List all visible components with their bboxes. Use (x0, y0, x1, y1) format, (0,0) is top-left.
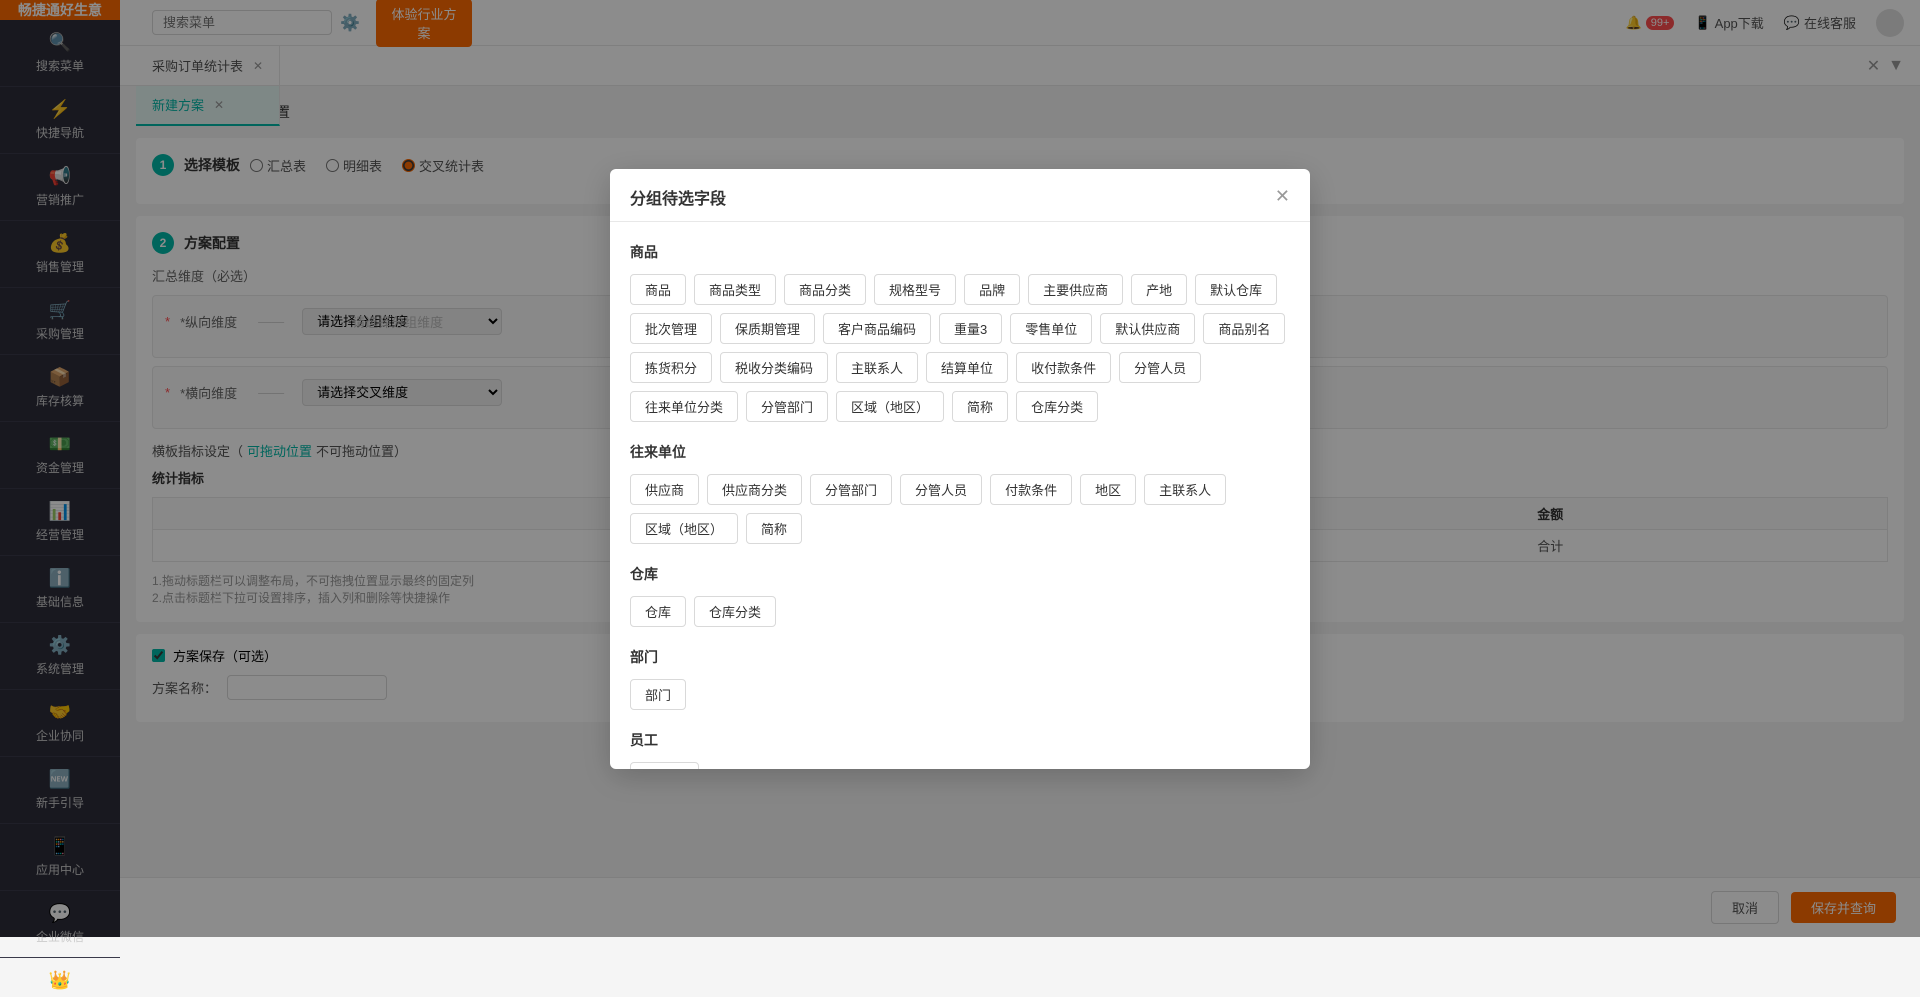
field-tag-2-1[interactable]: 仓库分类 (694, 596, 776, 627)
field-tag-0-0[interactable]: 商品 (630, 274, 686, 305)
dialog-body: 商品商品商品类型商品分类规格型号品牌主要供应商产地默认仓库批次管理保质期管理客户… (610, 222, 1310, 769)
field-tags-1: 供应商供应商分类分管部门分管人员付款条件地区主联系人区域（地区） 简称 (630, 474, 1290, 544)
field-tag-0-22[interactable]: 分管部门 (746, 391, 828, 422)
field-tag-0-23[interactable]: 区域（地区） (836, 391, 944, 422)
field-tag-0-17[interactable]: 主联系人 (836, 352, 918, 383)
field-tag-1-5[interactable]: 地区 (1080, 474, 1136, 505)
field-tag-1-3[interactable]: 分管人员 (900, 474, 982, 505)
field-tag-0-13[interactable]: 默认供应商 (1100, 313, 1195, 344)
field-tag-0-3[interactable]: 规格型号 (874, 274, 956, 305)
field-tag-0-6[interactable]: 产地 (1131, 274, 1187, 305)
field-tag-4-0[interactable]: 业务员 (630, 762, 699, 769)
field-tag-0-18[interactable]: 结算单位 (926, 352, 1008, 383)
field-tag-0-5[interactable]: 主要供应商 (1028, 274, 1123, 305)
field-group-1: 往来单位供应商供应商分类分管部门分管人员付款条件地区主联系人区域（地区） 简称 (630, 442, 1290, 544)
field-tag-0-24[interactable]: 简称 (952, 391, 1008, 422)
field-tag-1-7[interactable]: 区域（地区） (630, 513, 738, 544)
dialog-title: 分组待选字段 (630, 185, 726, 209)
field-group-title-2: 仓库 (630, 564, 1290, 584)
field-tag-0-7[interactable]: 默认仓库 (1195, 274, 1277, 305)
field-tag-0-12[interactable]: 零售单位 (1010, 313, 1092, 344)
field-tags-2: 仓库仓库分类 (630, 596, 1290, 627)
field-tag-0-19[interactable]: 收付款条件 (1016, 352, 1111, 383)
field-tag-0-20[interactable]: 分管人员 (1119, 352, 1201, 383)
field-tag-1-2[interactable]: 分管部门 (810, 474, 892, 505)
field-group-title-1: 往来单位 (630, 442, 1290, 462)
field-tag-0-21[interactable]: 往来单位分类 (630, 391, 738, 422)
field-group-4: 员工业务员 (630, 730, 1290, 769)
field-tag-3-0[interactable]: 部门 (630, 679, 686, 710)
field-tag-0-4[interactable]: 品牌 (964, 274, 1020, 305)
field-group-3: 部门部门 (630, 647, 1290, 710)
field-group-title-3: 部门 (630, 647, 1290, 667)
dialog-close-button[interactable]: ✕ (1275, 186, 1290, 207)
field-tags-4: 业务员 (630, 762, 1290, 769)
field-tag-0-8[interactable]: 批次管理 (630, 313, 712, 344)
field-tag-0-25[interactable]: 仓库分类 (1016, 391, 1098, 422)
field-tag-0-16[interactable]: 税收分类编码 (720, 352, 828, 383)
field-tag-1-1[interactable]: 供应商分类 (707, 474, 802, 505)
field-tag-0-11[interactable]: 重量3 (939, 313, 1002, 344)
dialog-header: 分组待选字段 ✕ (610, 169, 1310, 222)
field-tag-1-6[interactable]: 主联系人 (1144, 474, 1226, 505)
field-group-title-0: 商品 (630, 242, 1290, 262)
field-tag-0-9[interactable]: 保质期管理 (720, 313, 815, 344)
field-tag-2-0[interactable]: 仓库 (630, 596, 686, 627)
field-group-0: 商品商品商品类型商品分类规格型号品牌主要供应商产地默认仓库批次管理保质期管理客户… (630, 242, 1290, 422)
field-tag-0-14[interactable]: 商品别名 (1203, 313, 1285, 344)
field-tag-0-10[interactable]: 客户商品编码 (823, 313, 931, 344)
field-tag-1-0[interactable]: 供应商 (630, 474, 699, 505)
field-select-dialog: 分组待选字段 ✕ 商品商品商品类型商品分类规格型号品牌主要供应商产地默认仓库批次… (610, 169, 1310, 769)
field-tags-3: 部门 (630, 679, 1290, 710)
field-tag-1-4[interactable]: 付款条件 (990, 474, 1072, 505)
field-tag-0-15[interactable]: 拣货积分 (630, 352, 712, 383)
field-tag-0-2[interactable]: 商品分类 (784, 274, 866, 305)
field-tags-0: 商品商品类型商品分类规格型号品牌主要供应商产地默认仓库批次管理保质期管理客户商品… (630, 274, 1290, 422)
field-group-2: 仓库仓库仓库分类 (630, 564, 1290, 627)
field-tag-0-1[interactable]: 商品类型 (694, 274, 776, 305)
dialog-overlay: 分组待选字段 ✕ 商品商品商品类型商品分类规格型号品牌主要供应商产地默认仓库批次… (0, 0, 1920, 937)
field-tag-1-8[interactable]: 简称 (746, 513, 802, 544)
field-group-title-4: 员工 (630, 730, 1290, 750)
